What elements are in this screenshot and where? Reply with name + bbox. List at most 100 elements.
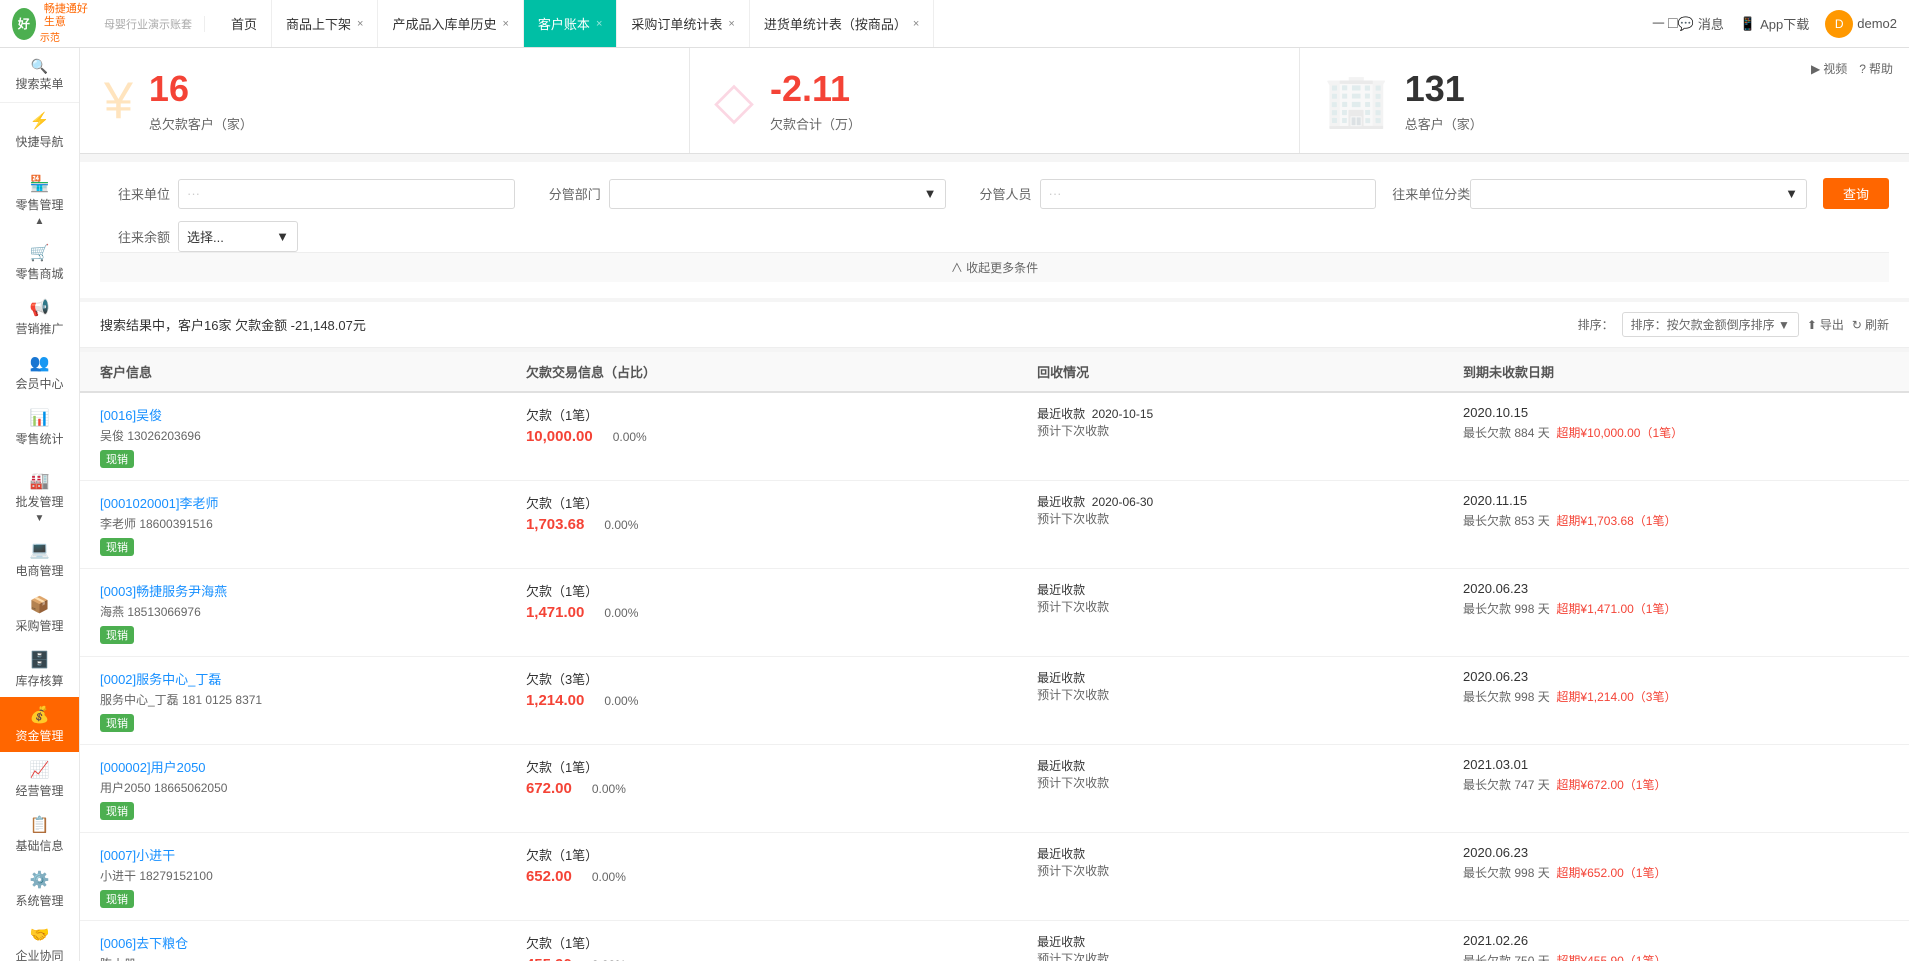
overdue-link-6[interactable]: 超期¥455.90（1笔） [1556, 954, 1666, 961]
overdue-link-1[interactable]: 超期¥1,703.68（1笔） [1556, 514, 1676, 528]
tab-close-goods[interactable]: × [357, 18, 363, 30]
overdue-link-4[interactable]: 超期¥672.00（1笔） [1556, 778, 1666, 792]
filter-person-input[interactable]: ··· [1040, 179, 1377, 209]
table-row: [0003]畅捷服务尹海燕 海燕 18513066976 现销 欠款（1笔） 1… [80, 569, 1909, 657]
overdue-link-0[interactable]: 超期¥10,000.00（1笔） [1556, 426, 1683, 440]
sidebar-item-ecommerce[interactable]: 💻 电商管理 [0, 532, 79, 587]
customer-name-4[interactable]: [000002]用户2050 [100, 757, 526, 776]
customer-name-1[interactable]: [0001020001]李老师 [100, 493, 526, 512]
customer-name-0[interactable]: [0016]吴俊 [100, 405, 526, 424]
repay-next-6: 预计下次收款 [1037, 950, 1463, 961]
debt-amount-2: 1,471.00 [526, 604, 584, 621]
customer-name-6[interactable]: [0006]去下粮仓 [100, 933, 526, 952]
overdue-link-5[interactable]: 超期¥652.00（1笔） [1556, 866, 1666, 880]
brand-sub: 示范 [40, 29, 92, 44]
video-btn[interactable]: ▶ 视频 [1811, 60, 1847, 77]
sort-label: 排序： [1578, 316, 1614, 333]
expire-info-1: 2020.11.15 最长欠款 853 天 超期¥1,703.68（1笔） [1463, 493, 1889, 529]
sidebar-item-retail-stats[interactable]: 📊 零售统计 [0, 400, 79, 455]
debt-amount-4: 672.00 [526, 780, 572, 797]
tab-goods[interactable]: 商品上下架 × [272, 0, 378, 47]
sidebar-item-system[interactable]: ⚙️ 系统管理 [0, 862, 79, 917]
filter-balance: 往来余额 选择... ▼ [100, 221, 298, 252]
debt-count-6: 欠款（1笔） [526, 933, 1037, 952]
repay-label-3: 最近收款 [1037, 669, 1463, 686]
filter-category-select[interactable]: ▼ [1470, 179, 1807, 209]
main-layout: 🔍 搜索菜单 ⚡ 快捷导航 🏪 零售管理 ▲ 🛒 零售商城 📢 营销推广 👥 会… [0, 48, 1909, 961]
repay-label-0: 最近收款 2020-10-15 [1037, 405, 1463, 422]
brand-name: 畅捷通好生意 [44, 3, 92, 29]
repay-label-4: 最近收款 [1037, 757, 1463, 774]
repay-label-2: 最近收款 [1037, 581, 1463, 598]
yuan-icon: ¥ [104, 71, 133, 131]
debt-amount-6: 455.90 [526, 956, 572, 961]
tab-home[interactable]: 首页 [217, 0, 272, 47]
stat-top-right-controls: ▶ 视频 ? 帮助 [1811, 60, 1893, 77]
window-minimize[interactable]: ─ [1653, 15, 1664, 33]
stat-label-total-customers: 总客户（家） [1405, 114, 1483, 133]
repay-label-6: 最近收款 [1037, 933, 1463, 950]
logo-icon: 好 [12, 8, 36, 40]
app-download-btn[interactable]: 📱 App下载 [1740, 14, 1809, 33]
overdue-link-3[interactable]: 超期¥1,214.00（3笔） [1556, 690, 1676, 704]
sidebar-item-retail-mall[interactable]: 🛒 零售商城 [0, 235, 79, 290]
filter-person: 分管人员 ··· [962, 179, 1377, 209]
customer-sub-0: 吴俊 13026203696 [100, 427, 526, 444]
debt-info-1: 欠款（1笔） 1,703.68 0.00% [526, 493, 1037, 533]
sidebar-item-wholesale[interactable]: 🏭 批发管理 ▼ [0, 463, 79, 532]
tab-purchase[interactable]: 采购订单统计表 × [617, 0, 749, 47]
customer-info-5: [0007]小进干 小进干 18279152100 现销 [100, 845, 526, 908]
repay-info-1: 最近收款 2020-06-30 预计下次收款 [1037, 493, 1463, 527]
sidebar-item-operations[interactable]: 📈 经营管理 [0, 752, 79, 807]
top-right-area: 💬 消息 📱 App下载 D demo2 [1678, 10, 1897, 38]
sidebar-item-quick-nav[interactable]: ⚡ 快捷导航 [0, 103, 79, 158]
debt-count-3: 欠款（3笔） [526, 669, 1037, 688]
message-btn[interactable]: 💬 消息 [1678, 14, 1724, 33]
sidebar-item-purchase[interactable]: 📦 采购管理 [0, 587, 79, 642]
tab-close-history[interactable]: × [502, 18, 508, 30]
sidebar-item-finance[interactable]: 💰 资金管理 [0, 697, 79, 752]
repay-next-1: 预计下次收款 [1037, 510, 1463, 527]
filter-vendor-input[interactable]: ··· [178, 179, 515, 209]
filter-balance-select[interactable]: 选择... ▼ [178, 221, 298, 252]
sidebar-item-collab[interactable]: 🤝 企业协同 [0, 917, 79, 961]
refresh-icon: ↻ [1852, 318, 1862, 332]
filter-category: 往来单位分类 ▼ [1392, 179, 1807, 209]
repay-info-4: 最近收款 预计下次收款 [1037, 757, 1463, 791]
table-row: [000002]用户2050 用户2050 18665062050 现销 欠款（… [80, 745, 1909, 833]
sidebar-item-marketing[interactable]: 📢 营销推广 [0, 290, 79, 345]
diamond-icon: ◇ [714, 71, 754, 131]
sort-select[interactable]: 排序：按欠款金额倒序排序 ▼ [1622, 312, 1799, 337]
customer-info-1: [0001020001]李老师 李老师 18600391516 现销 [100, 493, 526, 556]
query-button[interactable]: 查询 [1823, 178, 1889, 209]
tab-close-purchase[interactable]: × [728, 18, 734, 30]
filter-dept-select[interactable]: ▼ [609, 179, 946, 209]
filter-vendor: 往来单位 ··· [100, 179, 515, 209]
sidebar-item-retail-mgmt[interactable]: 🏪 零售管理 ▲ [0, 166, 79, 235]
customer-sub-2: 海燕 18513066976 [100, 603, 526, 620]
customer-info-6: [0006]去下粮仓 陈小册 现销 [100, 933, 526, 961]
search-menu[interactable]: 🔍 搜索菜单 [0, 48, 79, 103]
customer-name-5[interactable]: [0007]小进干 [100, 845, 526, 864]
export-button[interactable]: ⬆ 导出 [1807, 316, 1844, 333]
help-btn[interactable]: ? 帮助 [1859, 60, 1893, 77]
tab-close-incoming[interactable]: × [913, 18, 919, 30]
tab-product-history[interactable]: 产成品入库单历史 × [378, 0, 523, 47]
customer-name-2[interactable]: [0003]畅捷服务尹海燕 [100, 581, 526, 600]
logo-area: 好 畅捷通好生意 示范 [12, 3, 92, 44]
sidebar-item-inventory[interactable]: 🗄️ 库存核算 [0, 642, 79, 697]
expire-info-6: 2021.02.26 最长欠款 750 天 超期¥455.90（1笔） [1463, 933, 1889, 961]
sidebar-item-basic-info[interactable]: 📋 基础信息 [0, 807, 79, 862]
refresh-button[interactable]: ↻ 刷新 [1852, 316, 1889, 333]
tab-customer-account[interactable]: 客户账本 × [524, 0, 617, 47]
overdue-link-2[interactable]: 超期¥1,471.00（1笔） [1556, 602, 1676, 616]
debt-info-5: 欠款（1笔） 652.00 0.00% [526, 845, 1037, 885]
customer-name-3[interactable]: [0002]服务中心_丁磊 [100, 669, 526, 688]
tab-incoming[interactable]: 进货单统计表（按商品） × [750, 0, 934, 47]
user-menu[interactable]: D demo2 [1825, 10, 1897, 38]
window-maximize[interactable]: □ [1668, 15, 1678, 33]
sidebar-item-members[interactable]: 👥 会员中心 [0, 345, 79, 400]
tab-close-customer[interactable]: × [596, 18, 602, 30]
collapse-bar[interactable]: ∧ 收起更多条件 [100, 252, 1889, 282]
stat-value-total-customers: 131 [1405, 68, 1483, 110]
